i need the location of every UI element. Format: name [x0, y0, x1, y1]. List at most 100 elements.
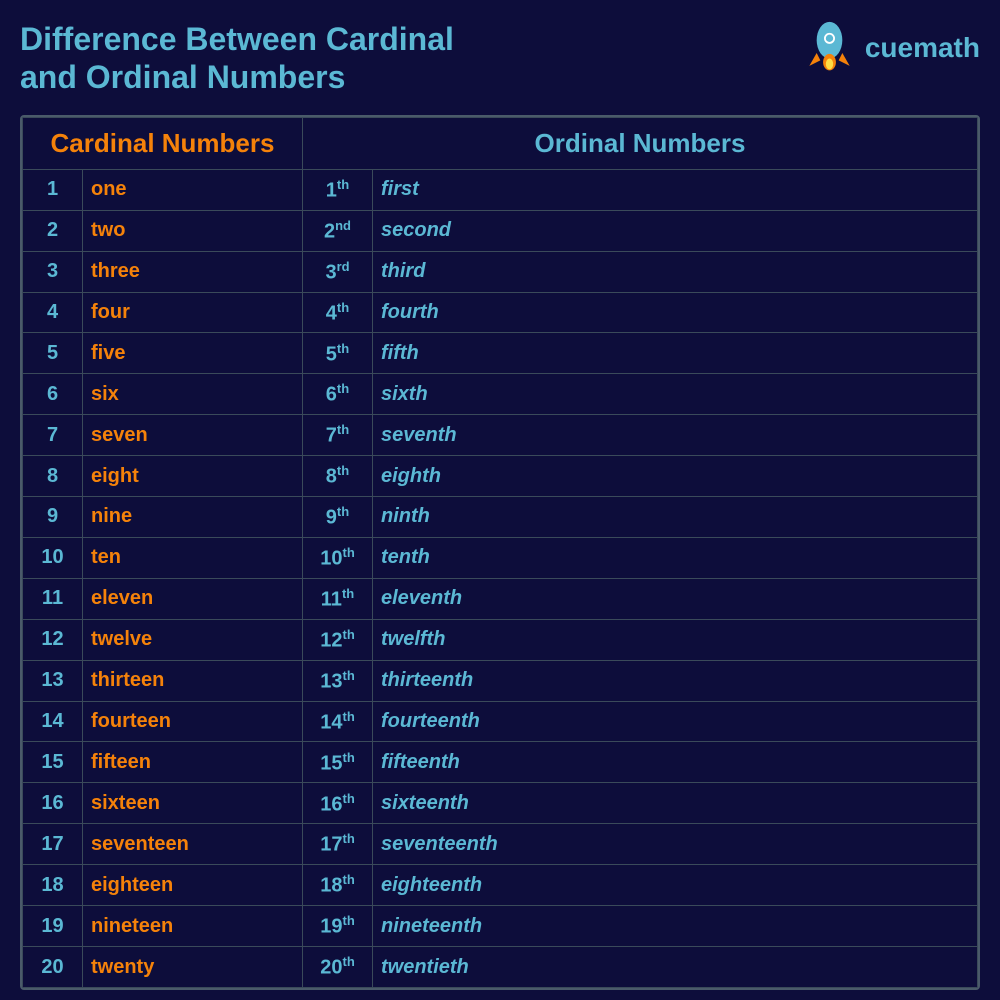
cardinal-number: 1 [23, 169, 83, 210]
ordinal-word: nineteenth [373, 906, 978, 947]
table-row: 7 seven 7th seventh [23, 415, 978, 456]
table-row: 3 three 3rd third [23, 251, 978, 292]
ordinal-number: 16th [303, 783, 373, 824]
cardinal-word: eighteen [83, 865, 303, 906]
cardinal-number: 15 [23, 742, 83, 783]
cardinal-number: 13 [23, 660, 83, 701]
table-row: 6 six 6th sixth [23, 374, 978, 415]
ordinal-number: 1th [303, 169, 373, 210]
cardinal-word: two [83, 210, 303, 251]
ordinal-number: 3rd [303, 251, 373, 292]
ordinal-word: fourteenth [373, 701, 978, 742]
table-row: 17 seventeen 17th seventeenth [23, 824, 978, 865]
table-row: 8 eight 8th eighth [23, 456, 978, 497]
ordinal-word: fifteenth [373, 742, 978, 783]
cardinal-word: twelve [83, 619, 303, 660]
ordinal-word: eighth [373, 456, 978, 497]
cardinal-number: 5 [23, 333, 83, 374]
cardinal-word: fifteen [83, 742, 303, 783]
ordinal-word: ninth [373, 497, 978, 538]
ordinal-word: tenth [373, 537, 978, 578]
cardinal-word: one [83, 169, 303, 210]
ordinal-word: eighteenth [373, 865, 978, 906]
cardinal-number: 10 [23, 537, 83, 578]
ordinal-number: 7th [303, 415, 373, 456]
cardinal-number: 16 [23, 783, 83, 824]
cardinal-word: nine [83, 497, 303, 538]
ordinal-word: fourth [373, 292, 978, 333]
table-row: 16 sixteen 16th sixteenth [23, 783, 978, 824]
cardinal-number: 3 [23, 251, 83, 292]
page-container: Difference Between Cardinal and Ordinal … [0, 0, 1000, 1000]
cardinal-number: 14 [23, 701, 83, 742]
cardinal-word: five [83, 333, 303, 374]
cardinal-word: thirteen [83, 660, 303, 701]
table-body: 1 one 1th first 2 two 2nd second 3 three… [23, 169, 978, 987]
table-row: 1 one 1th first [23, 169, 978, 210]
table-wrapper: Cardinal Numbers Ordinal Numbers 1 one 1… [20, 115, 980, 990]
ordinal-number: 20th [303, 947, 373, 988]
ordinal-number: 17th [303, 824, 373, 865]
logo-area: cuemath [802, 20, 980, 75]
cardinal-number: 18 [23, 865, 83, 906]
ordinal-number: 12th [303, 619, 373, 660]
ordinal-header: Ordinal Numbers [303, 117, 978, 169]
cardinal-number: 11 [23, 578, 83, 619]
numbers-table: Cardinal Numbers Ordinal Numbers 1 one 1… [22, 117, 978, 988]
cardinal-word: eleven [83, 578, 303, 619]
cardinal-number: 20 [23, 947, 83, 988]
cardinal-word: fourteen [83, 701, 303, 742]
ordinal-number: 15th [303, 742, 373, 783]
table-row: 18 eighteen 18th eighteenth [23, 865, 978, 906]
cardinal-word: twenty [83, 947, 303, 988]
cardinal-number: 9 [23, 497, 83, 538]
cardinal-number: 19 [23, 906, 83, 947]
cardinal-number: 8 [23, 456, 83, 497]
table-row: 13 thirteen 13th thirteenth [23, 660, 978, 701]
ordinal-number: 6th [303, 374, 373, 415]
cardinal-number: 6 [23, 374, 83, 415]
ordinal-word: thirteenth [373, 660, 978, 701]
ordinal-word: sixteenth [373, 783, 978, 824]
cardinal-word: sixteen [83, 783, 303, 824]
ordinal-number: 5th [303, 333, 373, 374]
ordinal-number: 19th [303, 906, 373, 947]
ordinal-word: seventeenth [373, 824, 978, 865]
cardinal-number: 7 [23, 415, 83, 456]
table-row: 19 nineteen 19th nineteenth [23, 906, 978, 947]
ordinal-word: third [373, 251, 978, 292]
table-row: 20 twenty 20th twentieth [23, 947, 978, 988]
rocket-icon [802, 20, 857, 75]
table-row: 2 two 2nd second [23, 210, 978, 251]
ordinal-number: 14th [303, 701, 373, 742]
ordinal-number: 8th [303, 456, 373, 497]
cardinal-word: nineteen [83, 906, 303, 947]
cardinal-word: ten [83, 537, 303, 578]
ordinal-number: 9th [303, 497, 373, 538]
cardinal-number: 17 [23, 824, 83, 865]
cardinal-word: three [83, 251, 303, 292]
cardinal-number: 4 [23, 292, 83, 333]
ordinal-word: twentieth [373, 947, 978, 988]
ordinal-number: 11th [303, 578, 373, 619]
cardinal-word: six [83, 374, 303, 415]
table-header-row: Cardinal Numbers Ordinal Numbers [23, 117, 978, 169]
ordinal-number: 18th [303, 865, 373, 906]
cardinal-word: seventeen [83, 824, 303, 865]
logo-text: cuemath [865, 32, 980, 64]
cardinal-word: four [83, 292, 303, 333]
cardinal-number: 2 [23, 210, 83, 251]
table-row: 15 fifteen 15th fifteenth [23, 742, 978, 783]
ordinal-number: 10th [303, 537, 373, 578]
ordinal-number: 2nd [303, 210, 373, 251]
table-row: 9 nine 9th ninth [23, 497, 978, 538]
ordinal-word: second [373, 210, 978, 251]
cardinal-word: seven [83, 415, 303, 456]
header: Difference Between Cardinal and Ordinal … [20, 20, 980, 97]
table-row: 14 fourteen 14th fourteenth [23, 701, 978, 742]
table-row: 5 five 5th fifth [23, 333, 978, 374]
table-row: 10 ten 10th tenth [23, 537, 978, 578]
ordinal-word: twelfth [373, 619, 978, 660]
ordinal-word: seventh [373, 415, 978, 456]
page-title: Difference Between Cardinal and Ordinal … [20, 20, 454, 97]
